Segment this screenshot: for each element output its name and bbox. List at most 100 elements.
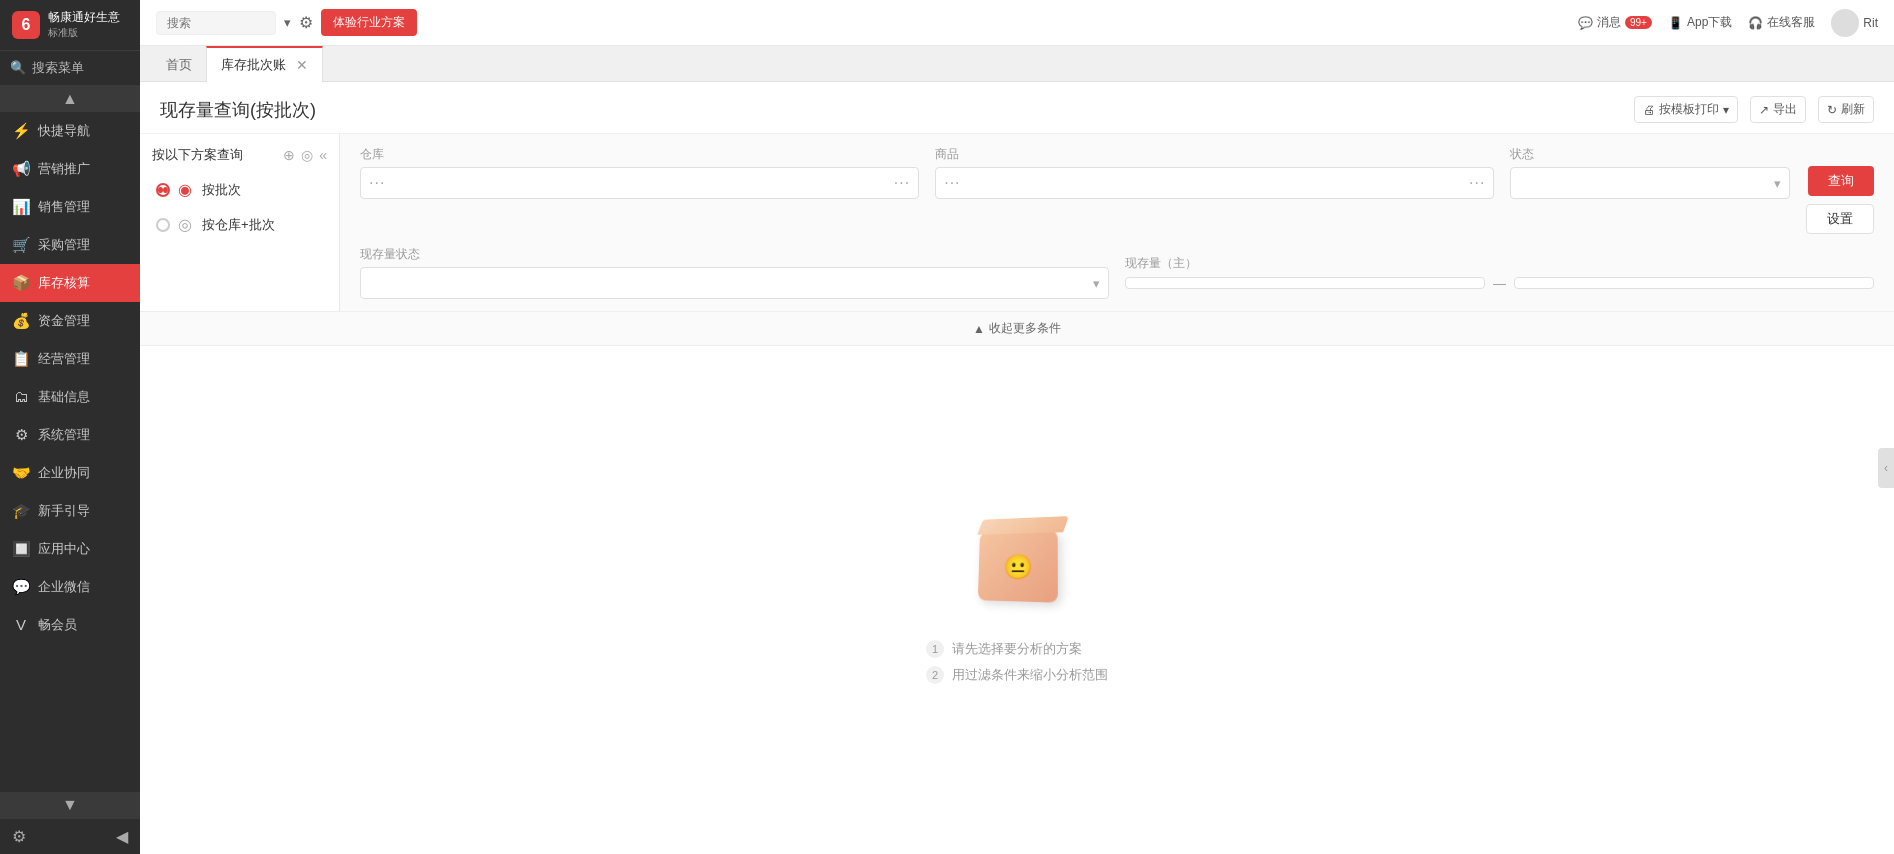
nav-label-wechat: 企业微信 [38, 578, 90, 596]
nav-icon-marketing: 📢 [12, 160, 30, 178]
nav-icon-shortcut: ⚡ [12, 122, 30, 140]
topbar-gear-icon[interactable]: ⚙ [299, 13, 313, 32]
product-dots: ··· [944, 174, 960, 192]
content-area: 现存量查询(按批次) 🖨 按模板打印 ▾ ↗ 导出 ↻ 刷新 [140, 82, 1894, 854]
app-logo: 6 [12, 11, 40, 39]
sidebar-item-system[interactable]: ⚙ 系统管理 [0, 416, 140, 454]
page-actions: 🖨 按模板打印 ▾ ↗ 导出 ↻ 刷新 [1634, 96, 1874, 123]
online-service-label: 在线客服 [1767, 14, 1815, 31]
sidebar-item-sales[interactable]: 📊 销售管理 [0, 188, 140, 226]
online-service-item[interactable]: 🎧 在线客服 [1748, 14, 1815, 31]
filter-collapse-button[interactable]: ▲ 收起更多条件 [140, 311, 1894, 345]
warehouse-more-icon: ··· [894, 174, 910, 192]
phone-icon: 📱 [1668, 16, 1683, 30]
sidebar: 6 畅康通好生意 标准版 🔍 搜索菜单 ▲ (function() { cons… [0, 0, 140, 854]
filter-left-header: 按以下方案查询 ⊕ ◎ « [140, 146, 339, 172]
user-avatar-item[interactable]: Rit [1831, 9, 1878, 37]
print-dropdown-icon: ▾ [1723, 103, 1729, 117]
topbar-dropdown-icon[interactable]: ▾ [284, 15, 291, 30]
tab-inventory-batch[interactable]: 库存批次账 ✕ [206, 46, 323, 82]
nav-label-enterprise: 企业协同 [38, 464, 90, 482]
trial-button[interactable]: 体验行业方案 [321, 9, 417, 36]
avatar [1831, 9, 1859, 37]
warehouse-input[interactable]: ··· ··· [360, 167, 919, 199]
radio-by-batch [156, 183, 170, 197]
inventory-status-label: 现存量状态 [360, 246, 1109, 263]
sidebar-item-appstore[interactable]: 🔲 应用中心 [0, 530, 140, 568]
warehouse-icon: ◎ [178, 215, 192, 234]
tab-close-icon[interactable]: ✕ [296, 57, 308, 73]
inventory-status-input[interactable]: ▾ [360, 267, 1109, 299]
warehouse-label: 仓库 [360, 146, 919, 163]
hint-text-2: 用过滤条件来缩小分析范围 [952, 666, 1108, 684]
topbar-search-input[interactable] [156, 11, 276, 35]
sidebar-item-marketing[interactable]: 📢 营销推广 [0, 150, 140, 188]
qty-min-input[interactable] [1125, 277, 1485, 289]
tab-home[interactable]: 首页 [152, 46, 206, 82]
status-label: 状态 [1510, 146, 1790, 163]
right-panel-toggle[interactable]: ‹ [1878, 448, 1894, 488]
sidebar-item-enterprise[interactable]: 🤝 企业协同 [0, 454, 140, 492]
status-input[interactable]: ▾ [1510, 167, 1790, 199]
status-arrow-icon: ▾ [1774, 176, 1781, 191]
filter-row-2: 现存量状态 ▾ 现存量（主） — [360, 246, 1874, 299]
sidebar-item-wechat[interactable]: 💬 企业微信 [0, 568, 140, 606]
topbar-right: 💬 消息 99+ 📱 App下载 🎧 在线客服 Rit [1578, 9, 1878, 37]
refresh-button[interactable]: ↻ 刷新 [1818, 96, 1874, 123]
page-header: 现存量查询(按批次) 🖨 按模板打印 ▾ ↗ 导出 ↻ 刷新 [140, 82, 1894, 134]
empty-illustration: 😐 [957, 516, 1077, 616]
collapse-sidebar-icon[interactable]: ◀ [116, 827, 128, 846]
batch-icon: ◉ [178, 180, 192, 199]
product-more-icon: ··· [1469, 174, 1485, 192]
message-icon: 💬 [1578, 16, 1593, 30]
filter-option-by-batch[interactable]: ◉ 按批次 [140, 172, 339, 207]
filter-right-panel: 仓库 ··· ··· 商品 ··· ··· [340, 134, 1894, 311]
inventory-qty-range: — [1125, 276, 1874, 291]
scheme-settings-icon[interactable]: ◎ [301, 147, 313, 163]
tab-inventory-batch-label: 库存批次账 [221, 56, 286, 74]
nav-label-member: 畅会员 [38, 616, 77, 634]
scroll-down-button[interactable]: ▼ [0, 792, 140, 818]
search-icon: 🔍 [10, 60, 26, 75]
hint-num-2: 2 [926, 666, 944, 684]
sidebar-item-inventory[interactable]: 📦 库存核算 [0, 264, 140, 302]
filter-buttons: 查询 设置 [1806, 166, 1874, 234]
nav-label-appstore: 应用中心 [38, 540, 90, 558]
inventory-qty-group: 现存量（主） — [1125, 255, 1874, 291]
filter-row-1: 仓库 ··· ··· 商品 ··· ··· [360, 146, 1874, 234]
nav-label-shortcut: 快捷导航 [38, 122, 90, 140]
sidebar-item-member[interactable]: V 畅会员 [0, 606, 140, 644]
sidebar-item-shortcut[interactable]: ⚡ 快捷导航 [0, 112, 140, 150]
filter-option-warehouse-batch[interactable]: ◎ 按仓库+批次 [140, 207, 339, 242]
settings-icon[interactable]: ⚙ [12, 827, 26, 846]
app-download-label: App下载 [1687, 14, 1732, 31]
nav-icon-inventory: 📦 [12, 274, 30, 292]
collapse-up-icon: ▲ [973, 322, 985, 336]
inventory-status-group: 现存量状态 ▾ [360, 246, 1109, 299]
sidebar-item-finance[interactable]: 💰 资金管理 [0, 302, 140, 340]
product-label: 商品 [935, 146, 1494, 163]
sidebar-item-purchase[interactable]: 🛒 采购管理 [0, 226, 140, 264]
add-scheme-icon[interactable]: ⊕ [283, 147, 295, 163]
query-button[interactable]: 查询 [1808, 166, 1874, 196]
radio-warehouse-batch [156, 218, 170, 232]
messages-item[interactable]: 💬 消息 99+ [1578, 14, 1652, 31]
scroll-up-button[interactable]: ▲ [0, 86, 140, 112]
sidebar-item-operations[interactable]: 📋 经营管理 [0, 340, 140, 378]
nav-label-sales: 销售管理 [38, 198, 90, 216]
qty-max-input[interactable] [1514, 277, 1874, 289]
product-input[interactable]: ··· ··· [935, 167, 1494, 199]
sidebar-header: 6 畅康通好生意 标准版 [0, 0, 140, 51]
sidebar-item-guide[interactable]: 🎓 新手引导 [0, 492, 140, 530]
nav-icon-purchase: 🛒 [12, 236, 30, 254]
topbar-left: ▾ ⚙ 体验行业方案 [156, 9, 417, 36]
app-download-item[interactable]: 📱 App下载 [1668, 14, 1732, 31]
export-button[interactable]: ↗ 导出 [1750, 96, 1806, 123]
print-button[interactable]: 🖨 按模板打印 ▾ [1634, 96, 1738, 123]
filter-option-batch-label: 按批次 [202, 181, 241, 199]
sidebar-search[interactable]: 🔍 搜索菜单 [0, 51, 140, 86]
sidebar-item-basic[interactable]: 🗂 基础信息 [0, 378, 140, 416]
empty-hint-1: 1 请先选择要分析的方案 [926, 640, 1108, 658]
scheme-collapse-icon[interactable]: « [319, 147, 327, 163]
settings-button[interactable]: 设置 [1806, 204, 1874, 234]
